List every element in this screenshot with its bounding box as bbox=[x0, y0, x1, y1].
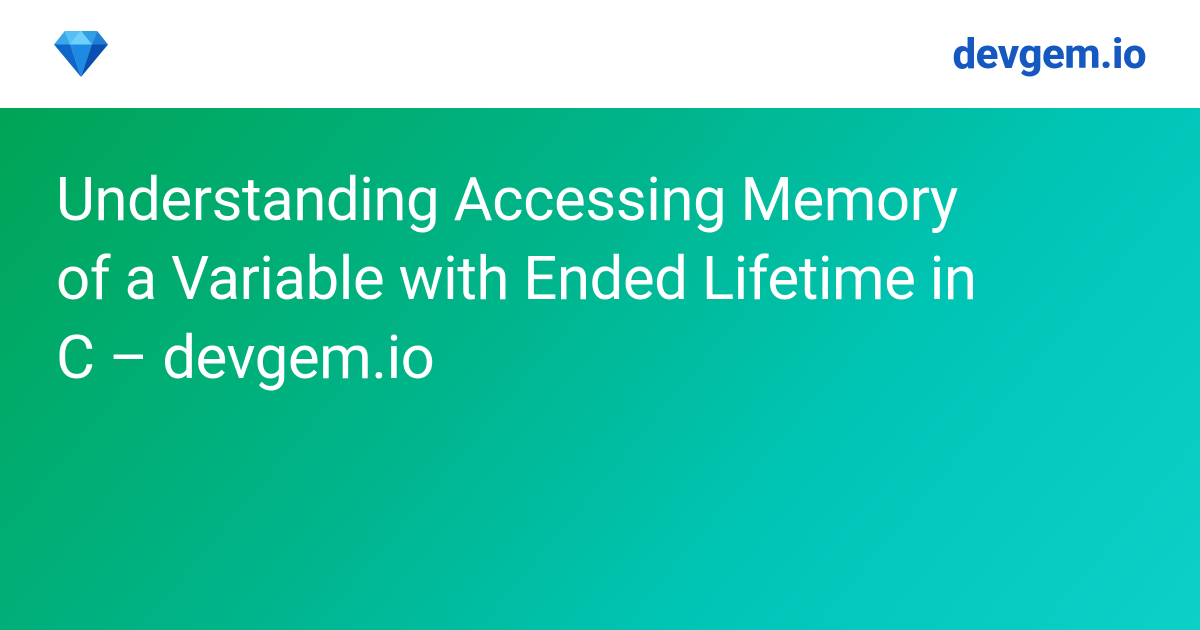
brand-name: devgem.io bbox=[953, 30, 1146, 79]
hero: Understanding Accessing Memory of a Vari… bbox=[0, 108, 1200, 630]
gem-icon bbox=[54, 27, 108, 81]
page-title: Understanding Accessing Memory of a Vari… bbox=[56, 160, 1006, 398]
header: devgem.io bbox=[0, 0, 1200, 108]
social-card: devgem.io Understanding Accessing Memory… bbox=[0, 0, 1200, 630]
